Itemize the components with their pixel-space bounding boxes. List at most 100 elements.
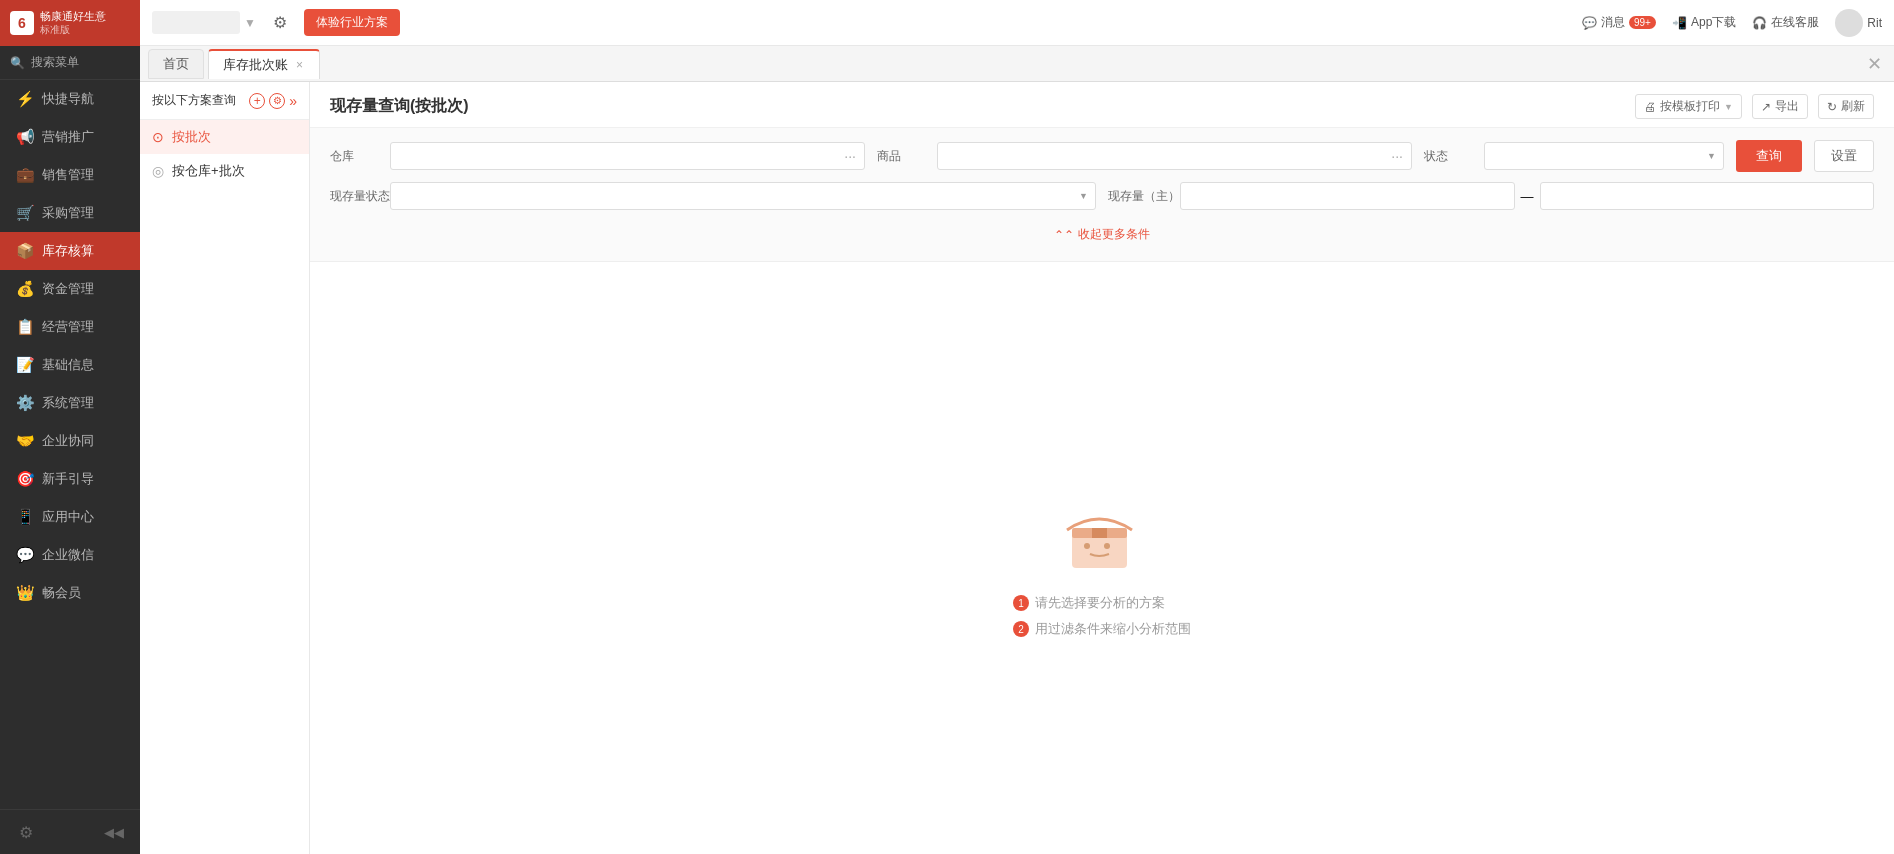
content-area: 按以下方案查询 + ⚙ » ⊙ 按批次 ◎ 按仓库+批次 现存量查询(按批次): [140, 82, 1894, 854]
product-filter-group: 商品 ···: [877, 142, 1412, 170]
scheme-add-icon[interactable]: +: [249, 93, 265, 109]
print-label: 按模板打印: [1660, 98, 1720, 115]
nav-label-finance: 资金管理: [42, 280, 94, 298]
user-profile-item[interactable]: Rit: [1835, 9, 1882, 37]
warehouse-dots-icon[interactable]: ···: [836, 148, 864, 164]
main-area: ▼ ⚙ 体验行业方案 💬 消息 99+ 📲 App下载 🎧 在线客服 Rit: [140, 0, 1894, 854]
nav-label-purchase: 采购管理: [42, 204, 94, 222]
collapse-more-button[interactable]: ⌃⌃ 收起更多条件: [330, 220, 1874, 249]
topbar-right-section: 💬 消息 99+ 📲 App下载 🎧 在线客服 Rit: [1582, 9, 1882, 37]
app-logo: 6: [10, 11, 34, 35]
search-menu[interactable]: 🔍 搜索菜单: [0, 46, 140, 80]
nav-icon-collab: 🤝: [16, 432, 34, 450]
stock-status-label: 现存量状态: [330, 188, 390, 205]
filter-area: 仓库 ··· 商品 ···: [310, 128, 1894, 262]
collapse-more-label: 收起更多条件: [1078, 226, 1150, 243]
sidebar-item-operations[interactable]: 📋 经营管理: [0, 308, 140, 346]
refresh-button[interactable]: ↻ 刷新: [1818, 94, 1874, 119]
product-input[interactable]: [938, 145, 1383, 167]
online-service-item[interactable]: 🎧 在线客服: [1752, 14, 1819, 31]
scheme-settings-icon[interactable]: ⚙: [269, 93, 285, 109]
warehouse-label: 仓库: [330, 148, 390, 165]
filter-row-2: 现存量状态 现存量（主） —: [330, 182, 1874, 210]
sidebar-item-collab[interactable]: 🤝 企业协同: [0, 422, 140, 460]
stock-main-label: 现存量（主）: [1108, 188, 1180, 205]
experience-industry-button[interactable]: 体验行业方案: [304, 9, 400, 36]
stock-main-min-input[interactable]: [1180, 182, 1515, 210]
tab-home-label: 首页: [163, 55, 189, 73]
stock-main-max-input[interactable]: [1540, 182, 1875, 210]
tab-inventory-batch[interactable]: 库存批次账 ×: [208, 49, 320, 79]
refresh-label: 刷新: [1841, 98, 1865, 115]
nav-label-newbie: 新手引导: [42, 470, 94, 488]
warehouse-input[interactable]: [391, 145, 836, 167]
sidebar-item-member[interactable]: 👑 畅会员: [0, 574, 140, 612]
tab-home[interactable]: 首页: [148, 49, 204, 79]
sidebar-item-app-center[interactable]: 📱 应用中心: [0, 498, 140, 536]
nav-icon-quick: ⚡: [16, 90, 34, 108]
sidebar-item-quick-nav[interactable]: ⚡ 快捷导航: [0, 80, 140, 118]
app-download-item[interactable]: 📲 App下载: [1672, 14, 1736, 31]
sidebar-item-purchase[interactable]: 🛒 采购管理: [0, 194, 140, 232]
messages-label: 消息: [1601, 14, 1625, 31]
warehouse-input-wrapper: ···: [390, 142, 865, 170]
nav-label-quick: 快捷导航: [42, 90, 94, 108]
sidebar-item-inventory[interactable]: 📦 库存核算: [0, 232, 140, 270]
nav-icon-wechat: 💬: [16, 546, 34, 564]
sidebar-footer: ⚙ ◀◀: [0, 809, 140, 854]
tip-item-2: 2 用过滤条件来缩小分析范围: [1013, 620, 1191, 638]
svg-rect-2: [1092, 528, 1107, 538]
scheme-label-by-batch: 按批次: [172, 128, 211, 146]
sidebar-item-newbie[interactable]: 🎯 新手引导: [0, 460, 140, 498]
scheme-panel-actions: + ⚙ »: [249, 93, 297, 109]
status-select-wrapper: [1484, 142, 1724, 170]
warehouse-filter-group: 仓库 ···: [330, 142, 865, 170]
print-arrow-icon: ▼: [1724, 102, 1733, 112]
scheme-icon-active: ⊙: [152, 129, 164, 145]
search-menu-label: 搜索菜单: [31, 54, 79, 71]
online-service-icon: 🎧: [1752, 16, 1767, 30]
stock-main-dash: —: [1521, 189, 1534, 204]
scheme-collapse-icon[interactable]: »: [289, 93, 297, 109]
tab-inventory-batch-label: 库存批次账: [223, 56, 288, 74]
edition-label: 标准版: [40, 23, 106, 37]
sidebar-collapse-icon[interactable]: ◀◀: [100, 818, 128, 846]
scheme-item-by-batch[interactable]: ⊙ 按批次: [140, 120, 309, 154]
scheme-panel-header: 按以下方案查询 + ⚙ »: [140, 82, 309, 120]
close-all-tabs-icon[interactable]: ✕: [1863, 49, 1886, 79]
stock-status-select[interactable]: [390, 182, 1096, 210]
nav-label-operations: 经营管理: [42, 318, 94, 336]
refresh-icon: ↻: [1827, 100, 1837, 114]
nav-label-member: 畅会员: [42, 584, 81, 602]
export-button[interactable]: ↗ 导出: [1752, 94, 1808, 119]
print-template-button[interactable]: 🖨 按模板打印 ▼: [1635, 94, 1742, 119]
nav-icon-system: ⚙️: [16, 394, 34, 412]
empty-state: 1 请先选择要分析的方案 2 用过滤条件来缩小分析范围: [310, 262, 1894, 854]
collapse-up-icon: ⌃⌃: [1054, 228, 1074, 242]
message-icon: 💬: [1582, 16, 1597, 30]
topbar-settings-icon[interactable]: ⚙: [266, 9, 294, 37]
scheme-item-by-warehouse-batch[interactable]: ◎ 按仓库+批次: [140, 154, 309, 188]
sidebar-item-basic[interactable]: 📝 基础信息: [0, 346, 140, 384]
tip-text-1: 请先选择要分析的方案: [1035, 594, 1165, 612]
product-dots-icon[interactable]: ···: [1383, 148, 1411, 164]
app-download-icon: 📲: [1672, 16, 1687, 30]
sidebar-item-finance[interactable]: 💰 资金管理: [0, 270, 140, 308]
sidebar-item-sales[interactable]: 💼 销售管理: [0, 156, 140, 194]
sidebar-item-system[interactable]: ⚙️ 系统管理: [0, 384, 140, 422]
tip-item-1: 1 请先选择要分析的方案: [1013, 594, 1191, 612]
nav-label-wechat: 企业微信: [42, 546, 94, 564]
query-button[interactable]: 查询: [1736, 140, 1802, 172]
tip-num-2: 2: [1013, 621, 1029, 637]
sidebar-settings-icon[interactable]: ⚙: [12, 818, 40, 846]
sidebar: 6 畅康通好生意 标准版 🔍 搜索菜单 ⚡ 快捷导航 📢 营销推广 💼 销售管理…: [0, 0, 140, 854]
status-select[interactable]: [1484, 142, 1724, 170]
main-content: 现存量查询(按批次) 🖨 按模板打印 ▼ ↗ 导出 ↻ 刷新: [310, 82, 1894, 854]
messages-item[interactable]: 💬 消息 99+: [1582, 14, 1656, 31]
nav-icon-basic: 📝: [16, 356, 34, 374]
sidebar-item-marketing[interactable]: 📢 营销推广: [0, 118, 140, 156]
tab-close-icon[interactable]: ×: [294, 58, 305, 72]
filter-settings-button[interactable]: 设置: [1814, 140, 1874, 172]
sidebar-item-wechat[interactable]: 💬 企业微信: [0, 536, 140, 574]
nav-icon-operations: 📋: [16, 318, 34, 336]
